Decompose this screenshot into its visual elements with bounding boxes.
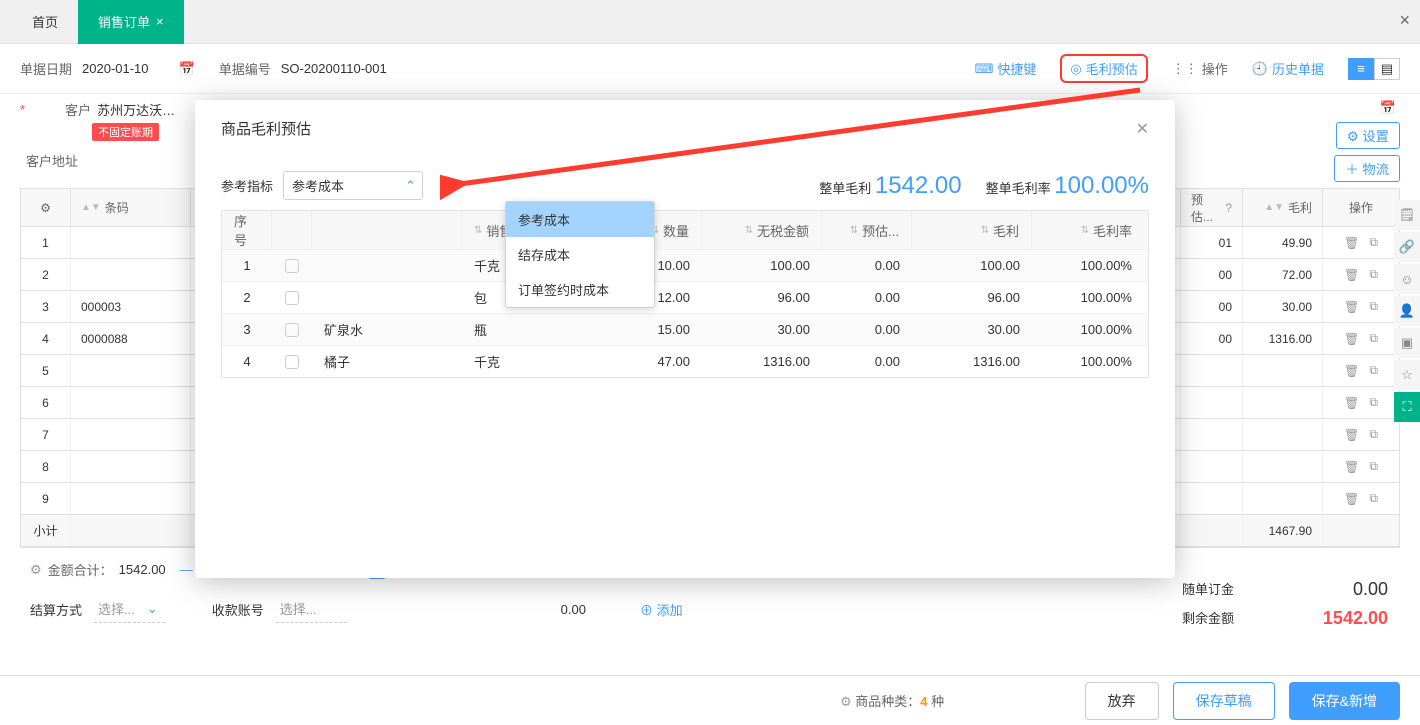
cell-rate: 100.00% [1032,354,1144,369]
mth-check [272,211,312,249]
cell-est: 0.00 [822,290,912,305]
sum-rate-label: 整单毛利率 [986,181,1051,196]
table-row[interactable]: 4 橘子 千克 47.00 1316.00 0.00 1316.00 100.0… [222,345,1148,377]
cell-unit: 瓶 [462,320,592,339]
cell-est: 0.00 [822,354,912,369]
cell-profit: 30.00 [912,322,1032,337]
cell-idx: 1 [222,258,272,273]
cell-profit: 1316.00 [912,354,1032,369]
cell-est: 0.00 [822,322,912,337]
cell-amt: 96.00 [702,290,822,305]
dropdown-option[interactable]: 结存成本 [506,237,654,272]
sum-profit-value: 1542.00 [875,172,962,199]
profit-modal: 商品毛利预估 ✕ 参考指标 参考成本 ⌃ 整单毛利 1542.00 整单毛利率 … [195,100,1175,578]
metric-dropdown: 参考成本 结存成本 订单签约时成本 [505,201,655,308]
cell-rate: 100.00% [1032,290,1144,305]
mth-idx[interactable]: 序号 [222,211,272,249]
table-row[interactable]: 1 千克 10.00 100.00 0.00 100.00 100.00% [222,249,1148,281]
cell-idx: 4 [222,354,272,369]
sum-profit-label: 整单毛利 [819,181,871,196]
mth-profit[interactable]: ⇅毛利 [912,211,1032,249]
checkbox[interactable] [285,291,299,305]
cell-amt: 100.00 [702,258,822,273]
sum-rate-value: 100.00% [1054,172,1149,199]
cell-unit: 千克 [462,352,592,371]
sort-icon: ⇅ [745,228,753,233]
chevron-up-icon: ⌃ [405,178,416,194]
cell-amt: 30.00 [702,322,822,337]
dropdown-option[interactable]: 订单签约时成本 [506,272,654,307]
table-row[interactable]: 2 包 12.00 96.00 0.00 96.00 100.00% [222,281,1148,313]
mth-est[interactable]: ⇅预估... [822,211,912,249]
sort-icon: ⇅ [981,228,989,233]
cell-amt: 1316.00 [702,354,822,369]
cell-idx: 2 [222,290,272,305]
metric-select[interactable]: 参考成本 ⌃ [283,171,423,200]
modal-title: 商品毛利预估 [221,118,311,139]
sort-icon: ⇅ [474,228,482,233]
cell-idx: 3 [222,322,272,337]
cell-rate: 100.00% [1032,258,1144,273]
cell-name: 矿泉水 [312,320,462,339]
close-icon[interactable]: ✕ [1136,119,1149,139]
cell-qty: 47.00 [592,354,702,369]
modal-table: 序号 ⇅销售单位 ⇅数量 ⇅无税金额 ⇅预估... ⇅毛利 ⇅毛利率 1 千克 … [221,210,1149,378]
sort-icon: ⇅ [850,228,858,233]
checkbox[interactable] [285,355,299,369]
metric-label: 参考指标 [221,176,273,195]
mth-rate[interactable]: ⇅毛利率 [1032,211,1144,249]
cell-profit: 96.00 [912,290,1032,305]
checkbox[interactable] [285,259,299,273]
cell-est: 0.00 [822,258,912,273]
mth-amt[interactable]: ⇅无税金额 [702,211,822,249]
cell-qty: 15.00 [592,322,702,337]
checkbox[interactable] [285,323,299,337]
modal-table-header: 序号 ⇅销售单位 ⇅数量 ⇅无税金额 ⇅预估... ⇅毛利 ⇅毛利率 [222,211,1148,249]
cell-name: 橘子 [312,352,462,371]
cell-profit: 100.00 [912,258,1032,273]
sort-icon: ⇅ [1081,228,1089,233]
cell-rate: 100.00% [1032,322,1144,337]
table-row[interactable]: 3 矿泉水 瓶 15.00 30.00 0.00 30.00 100.00% [222,313,1148,345]
mth-name [312,211,462,249]
dropdown-option[interactable]: 参考成本 [506,202,654,237]
